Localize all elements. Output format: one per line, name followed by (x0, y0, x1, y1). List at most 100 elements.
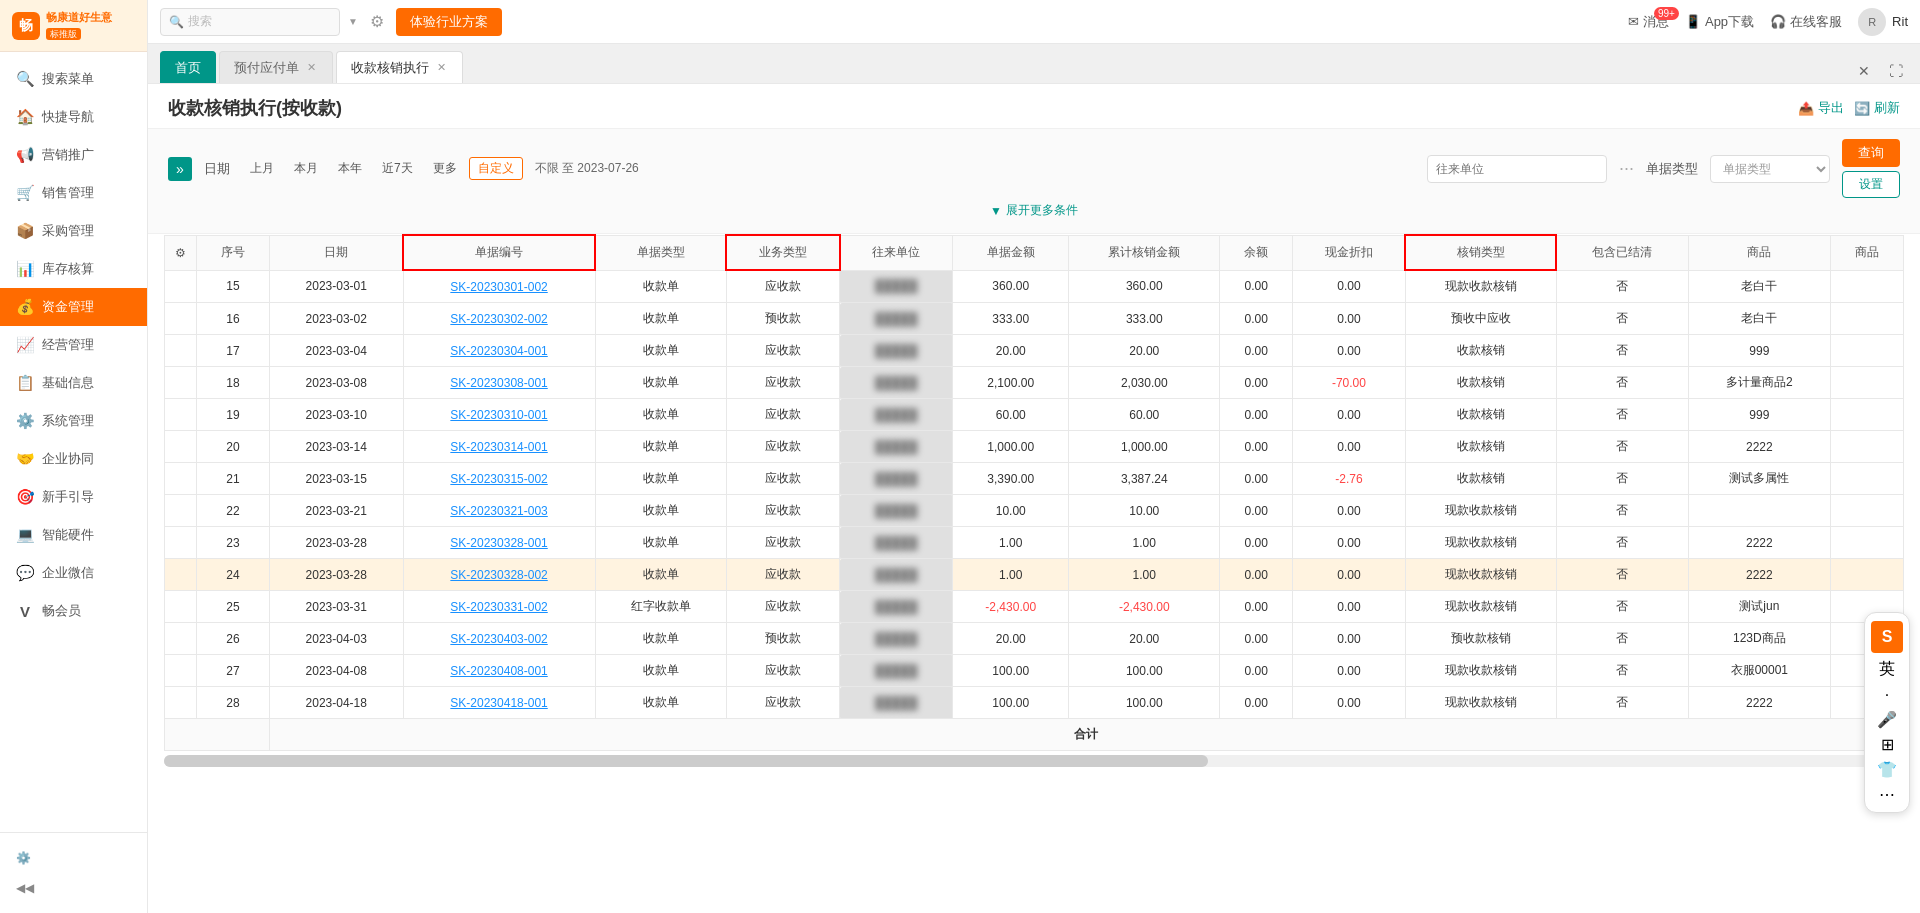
single-no-link[interactable]: SK-20230403-002 (450, 632, 547, 646)
filter-expand-btn[interactable]: » (168, 157, 192, 181)
th-settings[interactable]: ⚙ (165, 235, 197, 270)
table-cell[interactable]: SK-20230315-002 (403, 463, 595, 495)
receipt-type-select[interactable]: 单据类型 (1710, 155, 1830, 183)
table-cell[interactable]: SK-20230302-002 (403, 303, 595, 335)
tab-expand-btn[interactable]: ⛶ (1884, 59, 1908, 83)
horizontal-scrollbar[interactable] (164, 755, 1904, 767)
float-dot-btn[interactable]: · (1885, 686, 1889, 704)
sidebar-item-label: 企业微信 (42, 564, 94, 582)
table-cell[interactable]: SK-20230314-001 (403, 431, 595, 463)
single-no-link[interactable]: SK-20230310-001 (450, 408, 547, 422)
float-dots-btn[interactable]: ⋯ (1879, 785, 1895, 804)
industry-btn[interactable]: 体验行业方案 (396, 8, 502, 36)
single-no-link[interactable]: SK-20230308-001 (450, 376, 547, 390)
single-no-link[interactable]: SK-20230408-001 (450, 664, 547, 678)
table-cell: 现款收款核销 (1405, 527, 1556, 559)
sidebar-item-hardware[interactable]: 💻 智能硬件 (0, 516, 147, 554)
export-btn[interactable]: 📤 导出 (1798, 99, 1844, 117)
query-btn[interactable]: 查询 (1842, 139, 1900, 167)
app-download-btn[interactable]: 📱 App下载 (1685, 13, 1754, 31)
table-cell: 0.00 (1220, 687, 1293, 719)
sidebar-item-guide[interactable]: 🎯 新手引导 (0, 478, 147, 516)
table-cell (165, 591, 197, 623)
date-more[interactable]: 更多 (425, 157, 465, 180)
setting-btn[interactable]: 设置 (1842, 171, 1900, 198)
tab-receipts-close[interactable]: ✕ (435, 59, 448, 76)
date-7days[interactable]: 近7天 (374, 157, 421, 180)
refresh-btn[interactable]: 🔄 刷新 (1854, 99, 1900, 117)
single-no-link[interactable]: SK-20230331-002 (450, 600, 547, 614)
table-cell[interactable]: SK-20230321-003 (403, 495, 595, 527)
table-cell[interactable]: SK-20230331-002 (403, 591, 595, 623)
logo-icon: 畅 (12, 12, 40, 40)
date-custom-btn[interactable]: 自定义 (469, 157, 523, 180)
sidebar-item-finance[interactable]: 💰 资金管理 (0, 288, 147, 326)
table-cell: 10.00 (1069, 495, 1220, 527)
table-cell: 2222 (1688, 687, 1830, 719)
sidebar-item-basic[interactable]: 📋 基础信息 (0, 364, 147, 402)
tab-prepay[interactable]: 预付应付单 ✕ (219, 51, 333, 83)
table-cell: 0.00 (1220, 463, 1293, 495)
tab-prepay-close[interactable]: ✕ (305, 59, 318, 76)
sidebar-item-wechat[interactable]: 💬 企业微信 (0, 554, 147, 592)
table-cell: 收款单 (595, 367, 726, 399)
float-shirt-btn[interactable]: 👕 (1877, 760, 1897, 779)
table-cell[interactable]: SK-20230308-001 (403, 367, 595, 399)
table-cell[interactable]: SK-20230408-001 (403, 655, 595, 687)
table-cell: 999 (1688, 399, 1830, 431)
table-cell[interactable]: SK-20230403-002 (403, 623, 595, 655)
tab-close-btn[interactable]: ✕ (1852, 59, 1876, 83)
single-no-link[interactable]: SK-20230328-001 (450, 536, 547, 550)
single-no-link[interactable]: SK-20230321-003 (450, 504, 547, 518)
topbar-gear[interactable]: ⚙ (366, 8, 388, 35)
float-chinese-btn[interactable]: 英 (1879, 659, 1895, 680)
date-this-year[interactable]: 本年 (330, 157, 370, 180)
scrollbar-thumb[interactable] (164, 755, 1208, 767)
tab-receipts[interactable]: 收款核销执行 ✕ (336, 51, 463, 83)
table-cell: 0.00 (1220, 527, 1293, 559)
single-no-link[interactable]: SK-20230304-001 (450, 344, 547, 358)
single-no-link[interactable]: SK-20230314-001 (450, 440, 547, 454)
table-cell: 10.00 (953, 495, 1069, 527)
topbar-arrow[interactable]: ▼ (348, 16, 358, 27)
table-cell[interactable]: SK-20230301-002 (403, 270, 595, 303)
expand-more-row[interactable]: ▼ 展开更多条件 (168, 198, 1900, 223)
export-icon: 📤 (1798, 101, 1814, 116)
table-cell[interactable]: SK-20230304-001 (403, 335, 595, 367)
table-cell: 0.00 (1293, 559, 1406, 591)
partner-input[interactable] (1427, 155, 1607, 183)
message-btn[interactable]: ✉ 消息 99+ (1628, 13, 1669, 31)
table-cell: 收款单 (595, 303, 726, 335)
tab-home[interactable]: 首页 (160, 51, 216, 83)
date-last-month[interactable]: 上月 (242, 157, 282, 180)
sidebar-item-operations[interactable]: 📈 经营管理 (0, 326, 147, 364)
table-cell[interactable]: SK-20230418-001 (403, 687, 595, 719)
single-no-link[interactable]: SK-20230301-002 (450, 280, 547, 294)
sidebar-item-purchase[interactable]: 📦 采购管理 (0, 212, 147, 250)
sidebar-settings-btn[interactable]: ⚙️ (0, 843, 147, 873)
member-icon: V (16, 602, 34, 620)
float-mic-btn[interactable]: 🎤 (1877, 710, 1897, 729)
table-cell[interactable]: SK-20230310-001 (403, 399, 595, 431)
topbar-search[interactable]: 🔍 搜索 (160, 8, 340, 36)
sidebar-collapse-btn[interactable]: ◀◀ (0, 873, 147, 903)
single-no-link[interactable]: SK-20230418-001 (450, 696, 547, 710)
table-cell[interactable]: SK-20230328-001 (403, 527, 595, 559)
table-cell (1830, 463, 1903, 495)
single-no-link[interactable]: SK-20230328-002 (450, 568, 547, 582)
table-cell[interactable]: SK-20230328-002 (403, 559, 595, 591)
sidebar-item-search[interactable]: 🔍 搜索菜单 (0, 60, 147, 98)
basic-icon: 📋 (16, 374, 34, 392)
sidebar-item-quicknav[interactable]: 🏠 快捷导航 (0, 98, 147, 136)
single-no-link[interactable]: SK-20230302-002 (450, 312, 547, 326)
float-grid-btn[interactable]: ⊞ (1881, 735, 1894, 754)
single-no-link[interactable]: SK-20230315-002 (450, 472, 547, 486)
sidebar-item-inventory[interactable]: 📊 库存核算 (0, 250, 147, 288)
date-this-month[interactable]: 本月 (286, 157, 326, 180)
sidebar-item-sales[interactable]: 🛒 销售管理 (0, 174, 147, 212)
online-service-btn[interactable]: 🎧 在线客服 (1770, 13, 1842, 31)
sidebar-item-member[interactable]: V 畅会员 (0, 592, 147, 630)
sidebar-item-corp[interactable]: 🤝 企业协同 (0, 440, 147, 478)
sidebar-item-marketing[interactable]: 📢 营销推广 (0, 136, 147, 174)
sidebar-item-system[interactable]: ⚙️ 系统管理 (0, 402, 147, 440)
